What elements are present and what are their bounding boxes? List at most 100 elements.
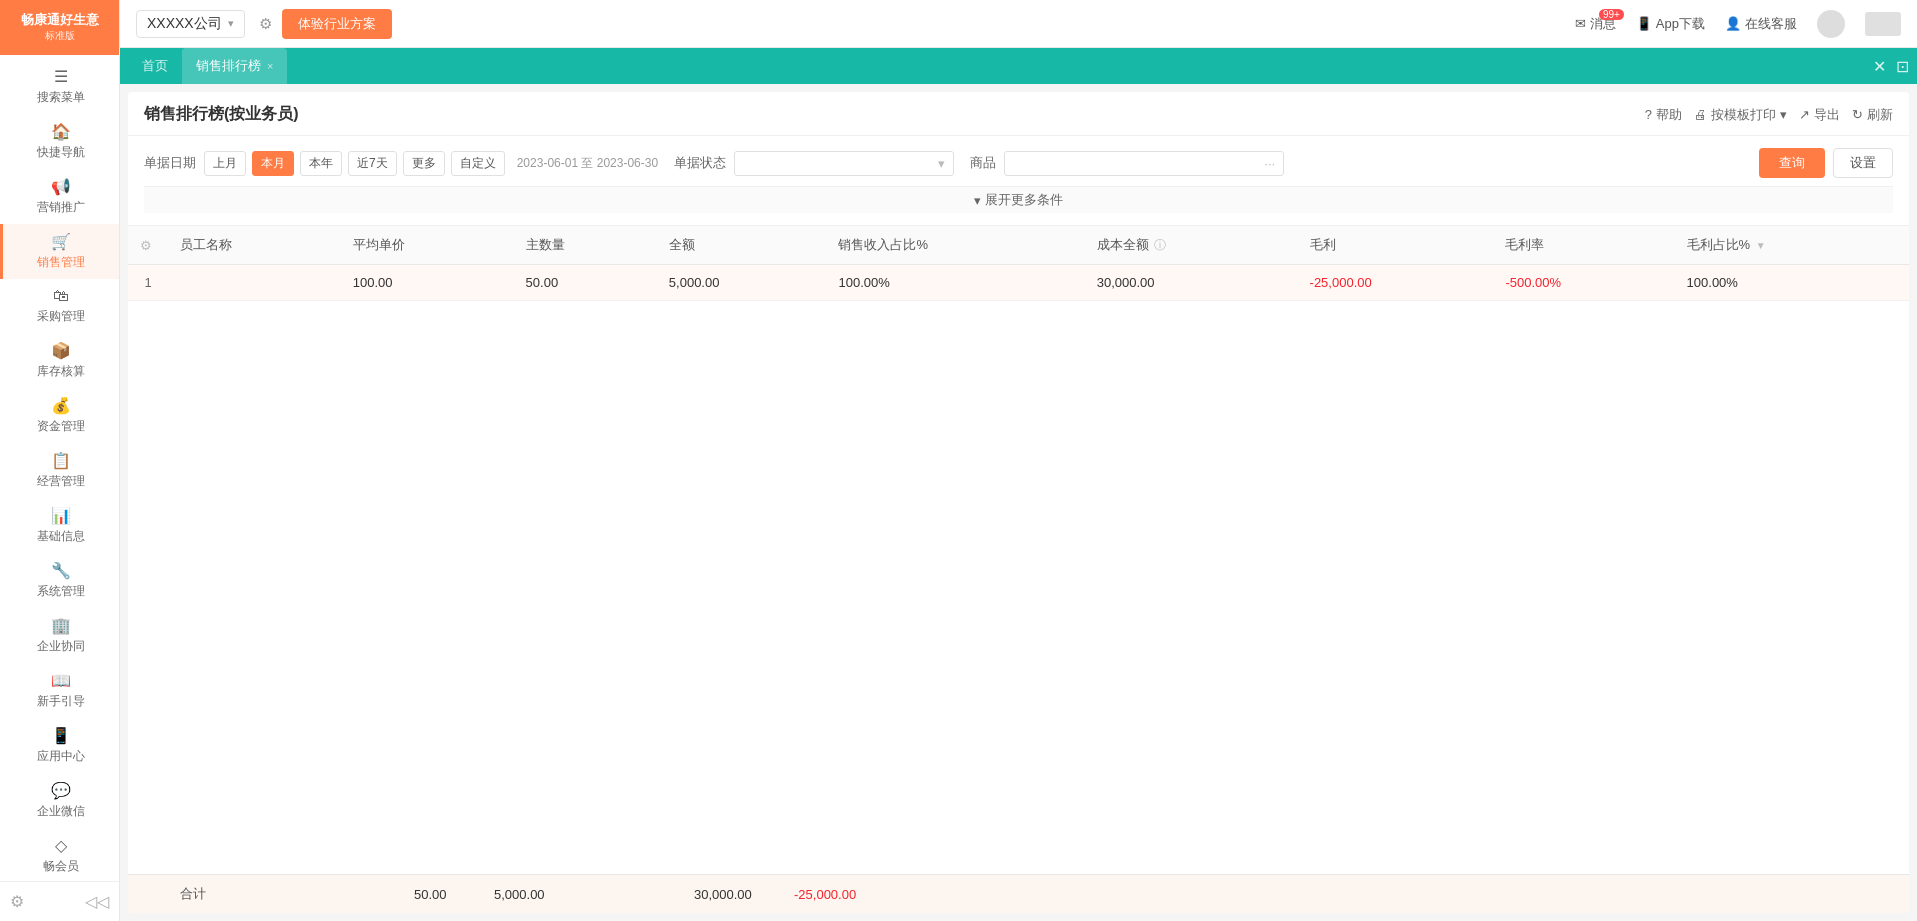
tab-home[interactable]: 首页	[128, 48, 182, 84]
topbar-gear-icon[interactable]: ⚙	[259, 15, 272, 33]
btn-7days[interactable]: 近7天	[348, 151, 397, 176]
sidebar-label-enterprise: 企业协同	[37, 638, 85, 655]
marketing-icon: 📢	[51, 177, 71, 196]
th-profit: 毛利	[1298, 226, 1494, 265]
tabs-right-controls: ✕ ⊡	[1873, 57, 1909, 76]
sidebar-item-wechat[interactable]: 💬企业微信	[0, 773, 119, 828]
sort-icon[interactable]: ▼	[1756, 240, 1766, 251]
tab-sales-rank-label: 销售排行榜	[196, 57, 261, 75]
print-button[interactable]: 🖨 按模板打印 ▾	[1694, 106, 1787, 124]
print-icon: 🖨	[1694, 107, 1707, 122]
collapse-icon[interactable]: ◁◁	[85, 892, 109, 911]
main-area: XXXXX公司 ▾ ⚙ 体验行业方案 ✉ 消息 99+ 📱 App下载 👤 在线…	[120, 0, 1917, 921]
sidebar-label-purchase: 采购管理	[37, 308, 85, 325]
sidebar-item-inventory[interactable]: 📦库存核算	[0, 333, 119, 388]
user-name-badge[interactable]	[1865, 12, 1901, 36]
sidebar-item-quick-nav[interactable]: 🏠快捷导航	[0, 114, 119, 169]
th-icon: ⚙	[128, 226, 168, 265]
refresh-button[interactable]: ↻ 刷新	[1852, 106, 1893, 124]
trial-button[interactable]: 体验行业方案	[282, 9, 392, 39]
company-selector[interactable]: XXXXX公司 ▾	[136, 10, 245, 38]
guide-icon: 📖	[51, 671, 71, 690]
filter-buttons: 查询 设置	[1759, 148, 1893, 178]
column-settings-icon[interactable]: ⚙	[140, 238, 152, 253]
cost-info-icon[interactable]: ⓘ	[1154, 238, 1166, 252]
btn-custom-date[interactable]: 自定义	[451, 151, 505, 176]
btn-this-month[interactable]: 本月	[252, 151, 294, 176]
cell-profit-pct: 100.00%	[1675, 265, 1909, 301]
sidebar-item-app-center[interactable]: 📱应用中心	[0, 718, 119, 773]
footer-label: 合计	[180, 885, 222, 903]
help-button[interactable]: ? 帮助	[1645, 106, 1682, 124]
sidebar-label-member: 畅会员	[43, 858, 79, 875]
online-service-item[interactable]: 👤 在线客服	[1725, 15, 1797, 33]
date-range-text: 2023-06-01 至 2023-06-30	[517, 155, 658, 172]
message-item[interactable]: ✉ 消息 99+	[1575, 15, 1616, 33]
sidebar-item-basic-info[interactable]: 📊基础信息	[0, 498, 119, 553]
filter-row-1: 单据日期 上月 本月 本年 近7天 更多 自定义 2023-06-01 至 20…	[144, 148, 1893, 178]
topbar: XXXXX公司 ▾ ⚙ 体验行业方案 ✉ 消息 99+ 📱 App下载 👤 在线…	[120, 0, 1917, 48]
sidebar-item-operations[interactable]: 📋经营管理	[0, 443, 119, 498]
th-sales-pct: 销售收入占比%	[826, 226, 1084, 265]
tab-close-window-icon[interactable]: ✕	[1873, 57, 1886, 76]
table-row[interactable]: 1 100.00 50.00 5,000.00 100.00% 30,000.0…	[128, 265, 1909, 301]
finance-icon: 💰	[51, 396, 71, 415]
inventory-icon: 📦	[51, 341, 71, 360]
print-arrow-icon: ▾	[1780, 107, 1787, 122]
avatar[interactable]	[1817, 10, 1845, 38]
query-button[interactable]: 查询	[1759, 148, 1825, 178]
footer-amount: 5,000.00	[482, 887, 582, 902]
tab-sales-rank[interactable]: 销售排行榜 ×	[182, 48, 287, 84]
sidebar-label-wechat: 企业微信	[37, 803, 85, 820]
sidebar: 畅康通好生意 标准版 ☰搜索菜单🏠快捷导航📢营销推广🛒销售管理🛍采购管理📦库存核…	[0, 0, 120, 921]
sidebar-label-operations: 经营管理	[37, 473, 85, 490]
sidebar-item-purchase[interactable]: 🛍采购管理	[0, 279, 119, 333]
sidebar-label-finance: 资金管理	[37, 418, 85, 435]
goods-input[interactable]: ···	[1004, 151, 1284, 176]
page-header: 销售排行榜(按业务员) ? 帮助 🖨 按模板打印 ▾ ↗ 导出	[128, 92, 1909, 136]
th-profit-pct: 毛利占比% ▼	[1675, 226, 1909, 265]
btn-prev-month[interactable]: 上月	[204, 151, 246, 176]
goods-filter-group: 商品 ···	[970, 151, 1284, 176]
footer-qty: 50.00	[402, 887, 482, 902]
export-icon: ↗	[1799, 107, 1810, 122]
content-inner: 销售排行榜(按业务员) ? 帮助 🖨 按模板打印 ▾ ↗ 导出	[128, 92, 1909, 913]
btn-this-year[interactable]: 本年	[300, 151, 342, 176]
search-order-icon: ☰	[54, 67, 68, 86]
btn-more-date[interactable]: 更多	[403, 151, 445, 176]
sidebar-item-enterprise[interactable]: 🏢 企业协同	[0, 608, 119, 663]
enterprise-icon: 🏢	[51, 616, 71, 635]
sidebar-item-sales[interactable]: 🛒销售管理	[0, 224, 119, 279]
company-name: XXXXX公司	[147, 15, 222, 33]
sidebar-item-search-order[interactable]: ☰ 搜索菜单	[0, 59, 119, 114]
tab-close-icon[interactable]: ×	[267, 60, 273, 72]
member-icon: ◇	[55, 836, 67, 855]
app-download-label: App下载	[1656, 15, 1705, 33]
cell-name	[168, 265, 341, 301]
export-button[interactable]: ↗ 导出	[1799, 106, 1840, 124]
sidebar-item-finance[interactable]: 💰 资金管理	[0, 388, 119, 443]
logo-sub: 标准版	[45, 29, 75, 43]
cell-rank: 1	[128, 265, 168, 301]
sidebar-item-member[interactable]: ◇ 畅会员	[0, 828, 119, 881]
help-icon: ?	[1645, 107, 1652, 122]
sidebar-label-guide: 新手引导	[37, 693, 85, 710]
app-center-icon: 📱	[51, 726, 71, 745]
sidebar-item-guide[interactable]: 📖 新手引导	[0, 663, 119, 718]
sidebar-item-marketing[interactable]: 📢营销推广	[0, 169, 119, 224]
tab-maximize-icon[interactable]: ⊡	[1896, 57, 1909, 76]
set-button[interactable]: 设置	[1833, 148, 1893, 178]
cell-amount: 5,000.00	[657, 265, 827, 301]
settings-icon[interactable]: ⚙	[10, 892, 24, 911]
message-icon: ✉	[1575, 16, 1586, 31]
expand-more-row[interactable]: ▾ 展开更多条件	[144, 186, 1893, 213]
goods-label: 商品	[970, 154, 996, 172]
status-select[interactable]: ▾	[734, 151, 954, 176]
table-area: ⚙ 员工名称 平均单价 主数量 全额 销售收入占比% 成本全额 ⓘ	[128, 226, 1909, 874]
sidebar-bottom: ⚙ ◁◁	[0, 881, 119, 921]
sidebar-item-system[interactable]: 🔧系统管理	[0, 553, 119, 608]
sidebar-label-search-order: 搜索菜单	[37, 89, 85, 106]
app-download-item[interactable]: 📱 App下载	[1636, 15, 1705, 33]
page-actions: ? 帮助 🖨 按模板打印 ▾ ↗ 导出 ↻ 刷新	[1645, 106, 1893, 124]
status-filter-group: 单据状态 ▾	[674, 151, 954, 176]
